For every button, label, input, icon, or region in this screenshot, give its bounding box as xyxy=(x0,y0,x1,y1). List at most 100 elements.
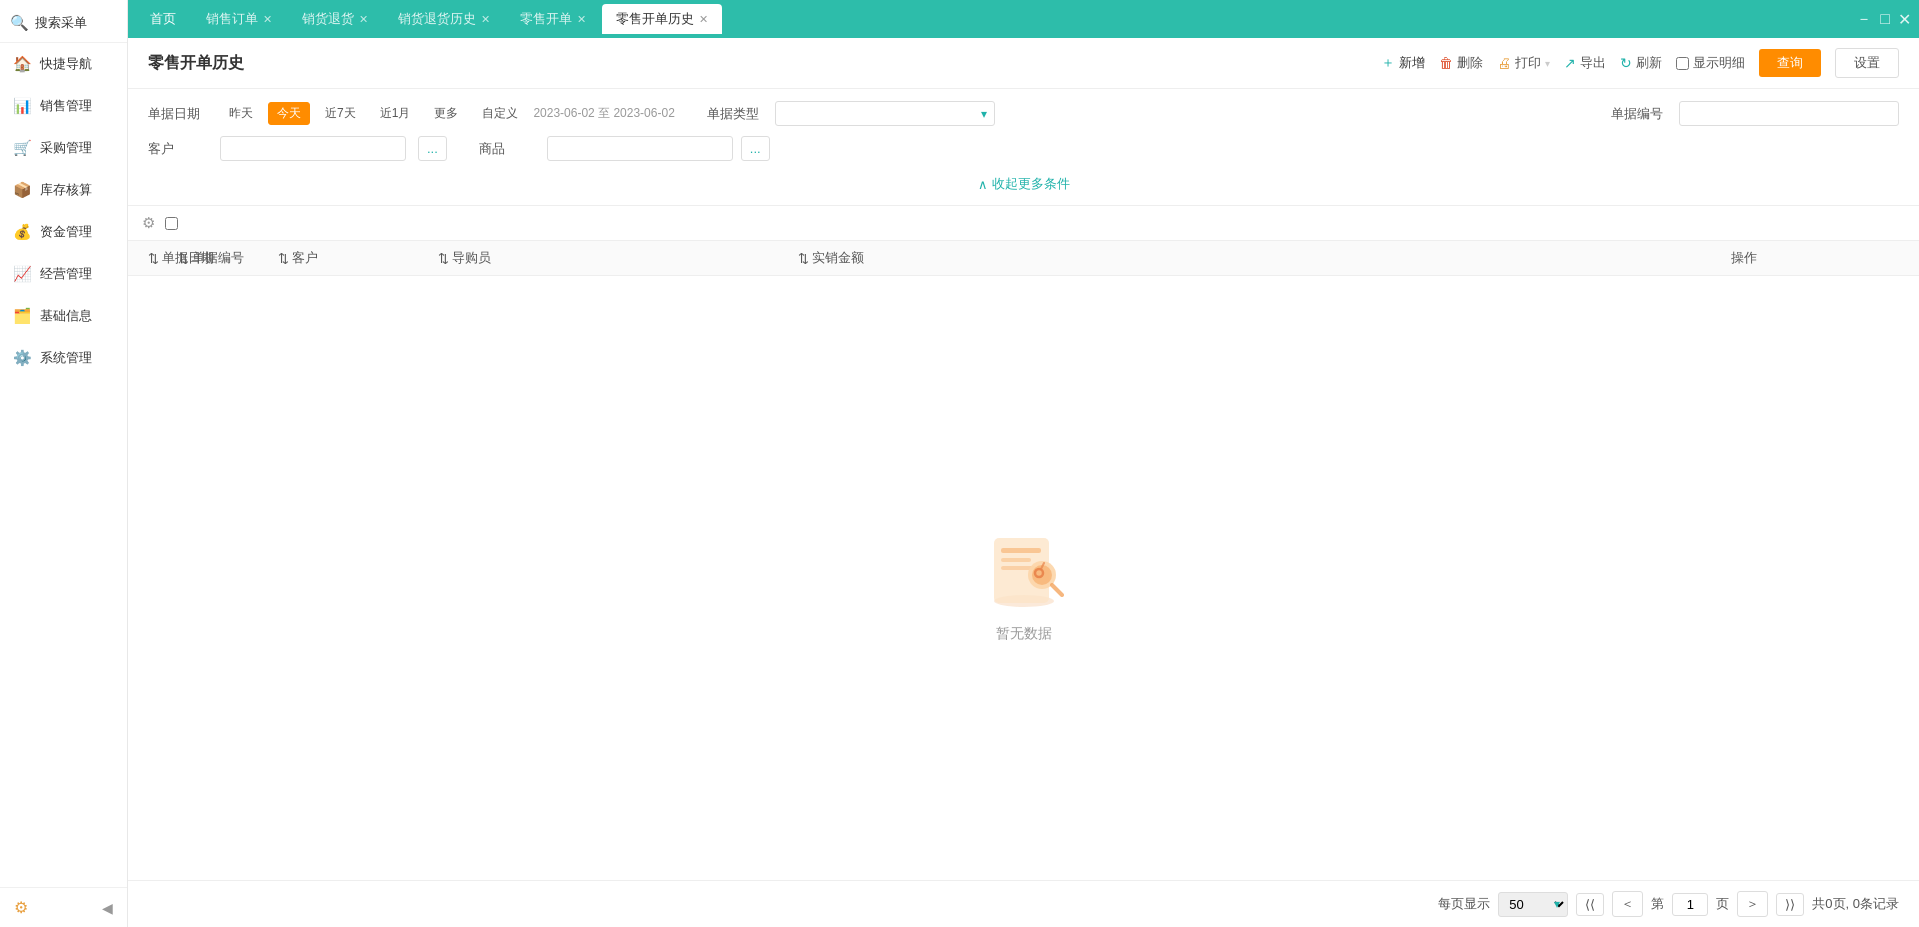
settings-icon[interactable]: ⚙ xyxy=(14,898,28,917)
tab-sales-return-history-close[interactable]: ✕ xyxy=(481,14,490,25)
page-number-input[interactable] xyxy=(1672,893,1708,916)
tab-retail-history-label: 零售开单历史 xyxy=(616,10,694,28)
page-next-btn[interactable]: ＞ xyxy=(1737,891,1768,917)
page-prev-btn[interactable]: ＜ xyxy=(1612,891,1643,917)
per-page-label: 每页显示 xyxy=(1438,895,1490,913)
window-minimize-btn[interactable]: － xyxy=(1856,9,1872,30)
export-button[interactable]: ↗ 导出 xyxy=(1564,54,1606,72)
date-7days-btn[interactable]: 近7天 xyxy=(316,102,365,125)
sort-icon-salesperson[interactable]: ⇅ xyxy=(438,251,449,266)
sidebar-item-quick-nav[interactable]: 🏠 快捷导航 xyxy=(0,43,127,85)
collapse-filter-btn[interactable]: ∧ 收起更多条件 xyxy=(148,171,1899,197)
customer-filter-label: 客户 xyxy=(148,140,208,158)
type-select[interactable] xyxy=(775,101,995,126)
tab-retail-open[interactable]: 零售开单 ✕ xyxy=(506,4,600,34)
sidebar-item-system[interactable]: ⚙️ 系统管理 xyxy=(0,337,127,379)
sidebar-item-sales[interactable]: 📊 销售管理 xyxy=(0,85,127,127)
tab-sales-return-close[interactable]: ✕ xyxy=(359,14,368,25)
sidebar-item-label: 库存核算 xyxy=(40,181,92,199)
customer-search-btn[interactable]: ... xyxy=(418,136,447,161)
print-button[interactable]: 🖨 打印 ▾ xyxy=(1497,54,1550,72)
page-size-wrapper: 10 20 50 100 xyxy=(1498,892,1568,917)
sort-icon-amount[interactable]: ⇅ xyxy=(798,251,809,266)
sidebar-item-inventory[interactable]: 📦 库存核算 xyxy=(0,169,127,211)
page-suffix: 页 xyxy=(1716,895,1729,913)
goods-input[interactable] xyxy=(547,136,733,161)
sidebar-item-finance[interactable]: 💰 资金管理 xyxy=(0,211,127,253)
date-today-btn[interactable]: 今天 xyxy=(268,102,310,125)
table-settings-icon[interactable]: ⚙ xyxy=(142,214,155,232)
table-empty-state: 暂无数据 xyxy=(128,276,1919,880)
table-header: ⇅ 单据日期 ⇅ 单据编号 ⇅ 客户 ⇅ 导购员 ⇅ xyxy=(128,241,1919,276)
tab-sales-return-history-label: 销货退货历史 xyxy=(398,10,476,28)
customer-input[interactable] xyxy=(220,136,406,161)
search-menu-btn[interactable]: 🔍 搜索采单 xyxy=(0,0,127,43)
th-salesperson: ⇅ 导购员 xyxy=(432,241,632,275)
sort-icon-customer[interactable]: ⇅ xyxy=(278,251,289,266)
display-detail-checkbox[interactable] xyxy=(1676,57,1689,70)
date-more-btn[interactable]: 更多 xyxy=(425,102,467,125)
date-range-display: 2023-06-02 至 2023-06-02 xyxy=(533,105,674,122)
th-action: 操作 xyxy=(1725,241,1825,275)
page-size-select[interactable]: 10 20 50 100 xyxy=(1498,892,1568,917)
tab-retail-open-close[interactable]: ✕ xyxy=(577,14,586,25)
add-label: 新增 xyxy=(1399,54,1425,72)
th-amount xyxy=(632,241,792,275)
print-arrow-icon: ▾ xyxy=(1545,58,1550,69)
query-button[interactable]: 查询 xyxy=(1759,49,1821,77)
refresh-button[interactable]: ↻ 刷新 xyxy=(1620,54,1662,72)
type-filter-label: 单据类型 xyxy=(707,105,767,123)
page-first-btn[interactable]: ⟨⟨ xyxy=(1576,893,1604,916)
delete-button[interactable]: 🗑 删除 xyxy=(1439,54,1483,72)
sidebar-item-purchase[interactable]: 🛒 采购管理 xyxy=(0,127,127,169)
window-maximize-btn[interactable]: □ xyxy=(1880,10,1890,28)
date-1month-btn[interactable]: 近1月 xyxy=(371,102,420,125)
tab-sales-return-history[interactable]: 销货退货历史 ✕ xyxy=(384,4,504,34)
page-header: 零售开单历史 ＋ 新增 🗑 删除 🖨 打印 ▾ ↗ 导出 xyxy=(128,38,1919,89)
add-icon: ＋ xyxy=(1381,54,1395,72)
sidebar-item-label: 采购管理 xyxy=(40,139,92,157)
tab-sales-order-close[interactable]: ✕ xyxy=(263,14,272,25)
collapse-sidebar-icon[interactable]: ◀ xyxy=(102,900,113,916)
settings-button[interactable]: 设置 xyxy=(1835,48,1899,78)
date-custom-btn[interactable]: 自定义 xyxy=(473,102,527,125)
sort-icon-date[interactable]: ⇅ xyxy=(148,251,159,266)
tab-retail-history[interactable]: 零售开单历史 ✕ xyxy=(602,4,722,34)
window-close-btn[interactable]: ✕ xyxy=(1898,10,1911,29)
type-select-wrapper xyxy=(775,101,995,126)
pagination: 每页显示 10 20 50 100 ⟨⟨ ＜ 第 页 ＞ ⟩⟩ 共0页, 0条记… xyxy=(128,880,1919,927)
sidebar-item-label: 资金管理 xyxy=(40,223,92,241)
display-detail-btn[interactable]: 显示明细 xyxy=(1676,54,1745,72)
content-area: 零售开单历史 ＋ 新增 🗑 删除 🖨 打印 ▾ ↗ 导出 xyxy=(128,38,1919,927)
tab-bar-right: － □ ✕ xyxy=(1856,9,1911,30)
add-button[interactable]: ＋ 新增 xyxy=(1381,54,1425,72)
select-all-checkbox[interactable] xyxy=(165,217,178,230)
export-icon: ↗ xyxy=(1564,55,1576,71)
tab-sales-return[interactable]: 销货退货 ✕ xyxy=(288,4,382,34)
doc-icon: 🗂️ xyxy=(13,307,32,325)
sidebar-item-operations[interactable]: 📈 经营管理 xyxy=(0,253,127,295)
goods-search-btn[interactable]: ... xyxy=(741,136,770,161)
money-icon: 💰 xyxy=(13,223,32,241)
date-filter-buttons: 昨天 今天 近7天 近1月 更多 自定义 2023-06-02 至 2023-0… xyxy=(220,102,675,125)
th-order-no-label: 单据编号 xyxy=(192,249,244,267)
sidebar-item-basic-info[interactable]: 🗂️ 基础信息 xyxy=(0,295,127,337)
filter-row-1: 单据日期 昨天 今天 近7天 近1月 更多 自定义 2023-06-02 至 2… xyxy=(148,101,1899,126)
tab-home[interactable]: 首页 xyxy=(136,4,190,34)
tab-sales-order[interactable]: 销售订单 ✕ xyxy=(192,4,286,34)
tab-retail-history-close[interactable]: ✕ xyxy=(699,14,708,25)
filter-row-2: 客户 ... 商品 ... xyxy=(148,136,1899,161)
search-menu-label: 搜索采单 xyxy=(35,14,87,32)
sort-icon-order-no[interactable]: ⇅ xyxy=(178,251,189,266)
main-area: 首页 销售订单 ✕ 销货退货 ✕ 销货退货历史 ✕ 零售开单 ✕ 零售开单历史 … xyxy=(128,0,1919,927)
tab-bar: 首页 销售订单 ✕ 销货退货 ✕ 销货退货历史 ✕ 零售开单 ✕ 零售开单历史 … xyxy=(128,0,1919,38)
filter-area: 单据日期 昨天 今天 近7天 近1月 更多 自定义 2023-06-02 至 2… xyxy=(128,89,1919,206)
page-last-btn[interactable]: ⟩⟩ xyxy=(1776,893,1804,916)
order-no-input[interactable] xyxy=(1679,101,1899,126)
sidebar-item-label: 经营管理 xyxy=(40,265,92,283)
order-no-label: 单据编号 xyxy=(1611,105,1671,123)
date-yesterday-btn[interactable]: 昨天 xyxy=(220,102,262,125)
tab-sales-return-label: 销货退货 xyxy=(302,10,354,28)
refresh-label: 刷新 xyxy=(1636,54,1662,72)
svg-rect-2 xyxy=(1001,548,1041,553)
